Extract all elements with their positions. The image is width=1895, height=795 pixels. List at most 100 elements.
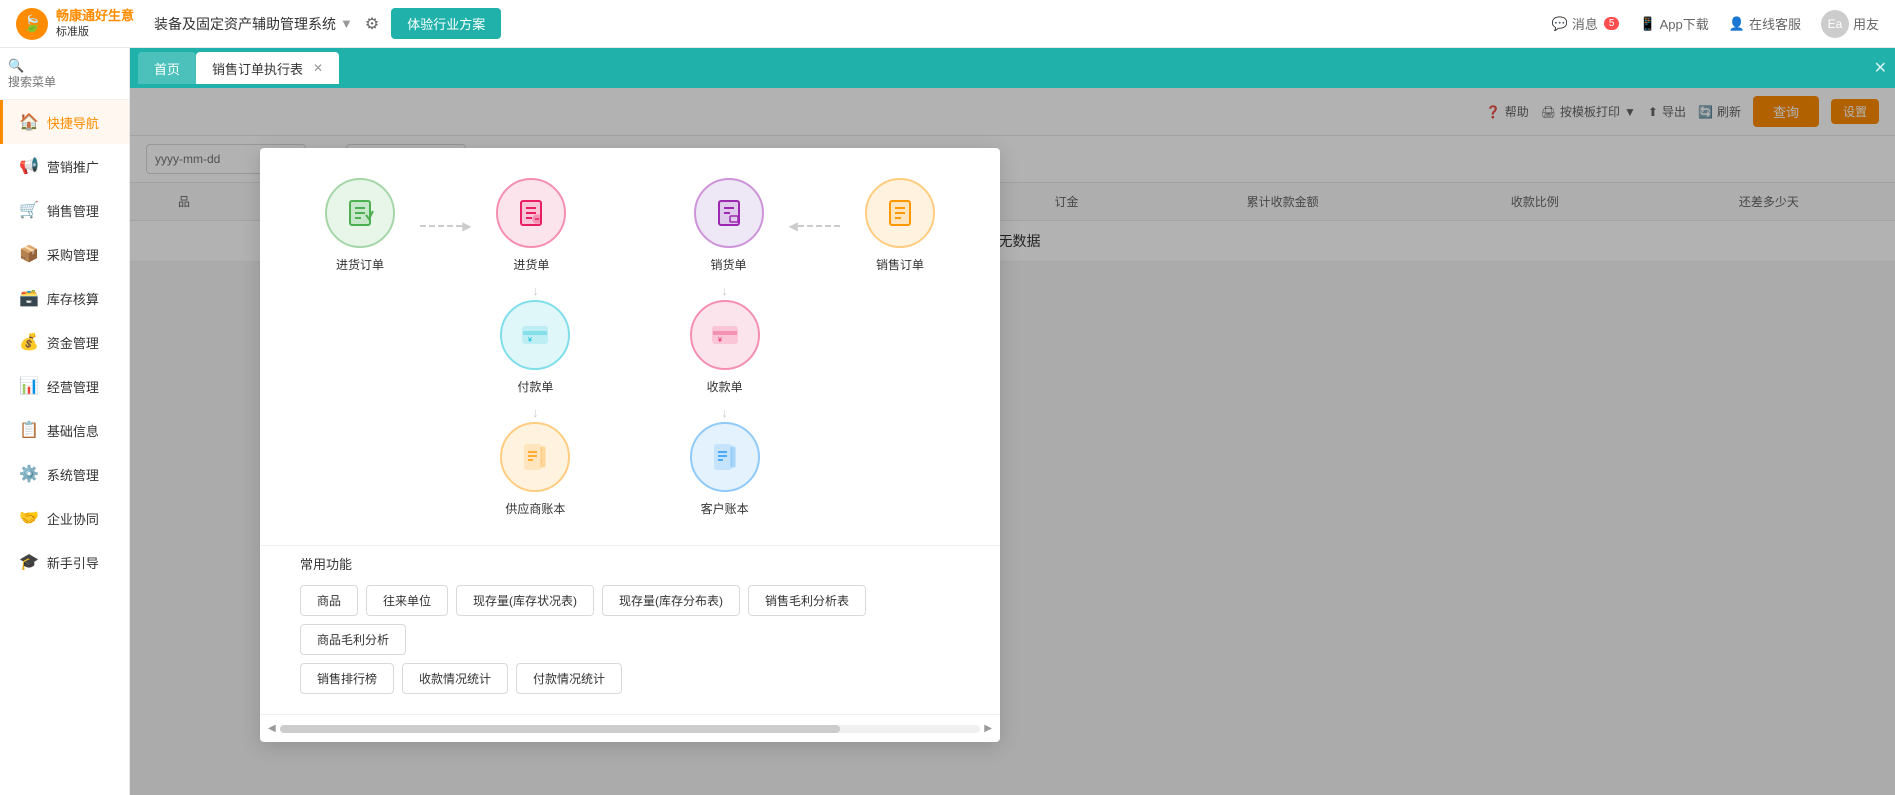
func-btn-receipt-stat[interactable]: 收款情况统计 bbox=[402, 663, 508, 694]
receipt-label: 收款单 bbox=[707, 378, 743, 395]
customer-ledger-label: 客户账本 bbox=[701, 500, 749, 517]
purchase-order-label: 进货订单 bbox=[336, 256, 384, 273]
scrollbar-thumb[interactable] bbox=[280, 725, 840, 733]
online-service-label: 在线客服 bbox=[1749, 14, 1801, 33]
sidebar-item-marketing[interactable]: 📢 营销推广 bbox=[0, 144, 129, 188]
marketing-icon: 📢 bbox=[19, 156, 39, 176]
sidebar-item-purchase[interactable]: 📦 采购管理 bbox=[0, 232, 129, 276]
payment-circle: ¥ bbox=[500, 300, 570, 370]
down-arrow-rec-icon: ↓ bbox=[721, 405, 728, 420]
logo-sub: 标准版 bbox=[56, 25, 134, 39]
sidebar-label-purchase: 采购管理 bbox=[47, 245, 99, 264]
down-arrow-pay: ↓ bbox=[475, 405, 595, 420]
sidebar-item-basic[interactable]: 📋 基础信息 bbox=[0, 408, 129, 452]
sidebar-label-enterprise: 企业协同 bbox=[47, 509, 99, 528]
down-arrow-rec: ↓ bbox=[665, 405, 785, 420]
sidebar-label-inventory: 库存核算 bbox=[47, 289, 99, 308]
app-wrapper: 🍃 畅康通好生意 标准版 装备及固定资产辅助管理系统 ▼ ⚙ 体验行业方案 💬 … bbox=[0, 0, 1895, 795]
gear-icon[interactable]: ⚙ bbox=[365, 14, 379, 34]
search-icon: 🔍 bbox=[8, 58, 24, 73]
app-download-label: App下载 bbox=[1660, 14, 1709, 33]
sidebar-item-sales[interactable]: 🛒 销售管理 bbox=[0, 188, 129, 232]
top-right: 💬 消息 5 📱 App下载 👤 在线客服 Ea 用友 bbox=[1552, 10, 1879, 38]
sales-bill-label: 销货单 bbox=[711, 256, 747, 273]
svg-text:¥: ¥ bbox=[718, 337, 722, 344]
dropdown-arrow-icon[interactable]: ▼ bbox=[340, 16, 353, 31]
flow-node-purchase-order[interactable]: 进货订单 bbox=[300, 178, 420, 273]
online-service-btn[interactable]: 👤 在线客服 bbox=[1729, 14, 1801, 33]
flow-row-3: 供应商账本 bbox=[300, 422, 960, 517]
down-arrow-sb-icon: ↓ bbox=[721, 283, 728, 298]
message-icon: 💬 bbox=[1552, 16, 1568, 32]
payment-label: 付款单 bbox=[517, 378, 553, 395]
flow-node-purchase-bill[interactable]: 进货单 bbox=[471, 178, 591, 273]
tab-close-icon[interactable]: ✕ bbox=[313, 61, 323, 75]
supplier-ledger-circle bbox=[500, 422, 570, 492]
sales-order-circle bbox=[865, 178, 935, 248]
func-buttons-row-1: 商品 往来单位 现存量(库存状况表) 现存量(库存分布表) 销售毛利分析表 商品… bbox=[300, 585, 960, 655]
flow-node-receipt[interactable]: ¥ 收款单 bbox=[665, 300, 785, 395]
message-badge: 5 bbox=[1604, 17, 1620, 30]
flow-node-supplier-ledger[interactable]: 供应商账本 bbox=[475, 422, 595, 517]
sidebar-item-enterprise[interactable]: 🤝 企业协同 bbox=[0, 496, 129, 540]
system-title: 装备及固定资产辅助管理系统 bbox=[154, 14, 336, 34]
func-btn-stock-status[interactable]: 现存量(库存状况表) bbox=[456, 585, 594, 616]
logo-icon: 🍃 bbox=[16, 8, 48, 40]
purchase-bill-circle bbox=[496, 178, 566, 248]
sales-order-label: 销售订单 bbox=[876, 256, 924, 273]
flow-row-2: ¥ 付款单 bbox=[300, 300, 960, 395]
dashed-line-1 bbox=[420, 225, 462, 227]
experience-btn[interactable]: 体验行业方案 bbox=[391, 8, 501, 39]
service-icon: 👤 bbox=[1729, 16, 1745, 32]
search-input[interactable] bbox=[8, 75, 121, 89]
func-btn-stock-dist[interactable]: 现存量(库存分布表) bbox=[602, 585, 740, 616]
sidebar-item-system[interactable]: ⚙️ 系统管理 bbox=[0, 452, 129, 496]
logo-area: 🍃 畅康通好生意 标准版 bbox=[16, 8, 146, 40]
user-area[interactable]: Ea 用友 bbox=[1821, 10, 1879, 38]
arrow-po-pb: ▶ bbox=[420, 219, 471, 233]
flow-node-sales-order[interactable]: 销售订单 bbox=[840, 178, 960, 273]
flow-node-payment[interactable]: ¥ 付款单 bbox=[475, 300, 595, 395]
tab-home-label: 首页 bbox=[154, 59, 180, 78]
func-btn-sales-rank[interactable]: 销售排行榜 bbox=[300, 663, 394, 694]
func-btn-sales-margin[interactable]: 销售毛利分析表 bbox=[748, 585, 866, 616]
scroll-left-icon[interactable]: ◀ bbox=[268, 723, 276, 734]
dashed-line-2 bbox=[798, 225, 840, 227]
sidebar-item-newbie[interactable]: 🎓 新手引导 bbox=[0, 540, 129, 584]
quick-nav-icon: 🏠 bbox=[19, 112, 39, 132]
tab-bar-close-icon[interactable]: ✕ bbox=[1874, 58, 1887, 78]
modal-dialog: 进货订单 ▶ bbox=[260, 148, 1000, 742]
operation-icon: 📊 bbox=[19, 376, 39, 396]
func-btn-partner[interactable]: 往来单位 bbox=[366, 585, 448, 616]
finance-icon: 💰 bbox=[19, 332, 39, 352]
purchase-icon: 📦 bbox=[19, 244, 39, 264]
customer-ledger-circle bbox=[690, 422, 760, 492]
sidebar-item-inventory[interactable]: 🗃️ 库存核算 bbox=[0, 276, 129, 320]
scrollbar-container: ◀ ▶ bbox=[268, 723, 992, 734]
sidebar-search: 🔍 bbox=[0, 48, 129, 100]
app-download-btn[interactable]: 📱 App下载 bbox=[1639, 14, 1708, 33]
func-btn-goods[interactable]: 商品 bbox=[300, 585, 358, 616]
func-buttons-row-2: 销售排行榜 收款情况统计 付款情况统计 bbox=[300, 663, 960, 694]
func-btn-payment-stat[interactable]: 付款情况统计 bbox=[516, 663, 622, 694]
sidebar-item-quick-nav[interactable]: 🏠 快捷导航 bbox=[0, 100, 129, 144]
message-btn[interactable]: 💬 消息 5 bbox=[1552, 14, 1620, 33]
content-area: 首页 销售订单执行表 ✕ ✕ ❓ 帮助 🖨 bbox=[130, 48, 1895, 795]
flow-node-sales-bill[interactable]: 销货单 bbox=[669, 178, 789, 273]
common-functions-title: 常用功能 bbox=[300, 554, 960, 573]
down-arrows-row: ↓ ↓ bbox=[300, 281, 960, 300]
sales-icon: 🛒 bbox=[19, 200, 39, 220]
sidebar-item-operation[interactable]: 📊 经营管理 bbox=[0, 364, 129, 408]
scroll-right-icon[interactable]: ▶ bbox=[984, 723, 992, 734]
receipt-circle: ¥ bbox=[690, 300, 760, 370]
tab-sales-order[interactable]: 销售订单执行表 ✕ bbox=[196, 52, 339, 84]
sidebar-item-finance[interactable]: 💰 资金管理 bbox=[0, 320, 129, 364]
func-btn-goods-margin[interactable]: 商品毛利分析 bbox=[300, 624, 406, 655]
down-arrow-sb: ↓ bbox=[665, 283, 785, 298]
arrow-right-icon-1: ▶ bbox=[462, 219, 471, 233]
modal-overlay[interactable]: 进货订单 ▶ bbox=[130, 88, 1895, 795]
avatar: Ea bbox=[1821, 10, 1849, 38]
flow-node-customer-ledger[interactable]: 客户账本 bbox=[665, 422, 785, 517]
page-content: ❓ 帮助 🖨 按模板打印 ▼ ⬆ 导出 🔄 刷新 bbox=[130, 88, 1895, 795]
tab-home[interactable]: 首页 bbox=[138, 52, 196, 84]
